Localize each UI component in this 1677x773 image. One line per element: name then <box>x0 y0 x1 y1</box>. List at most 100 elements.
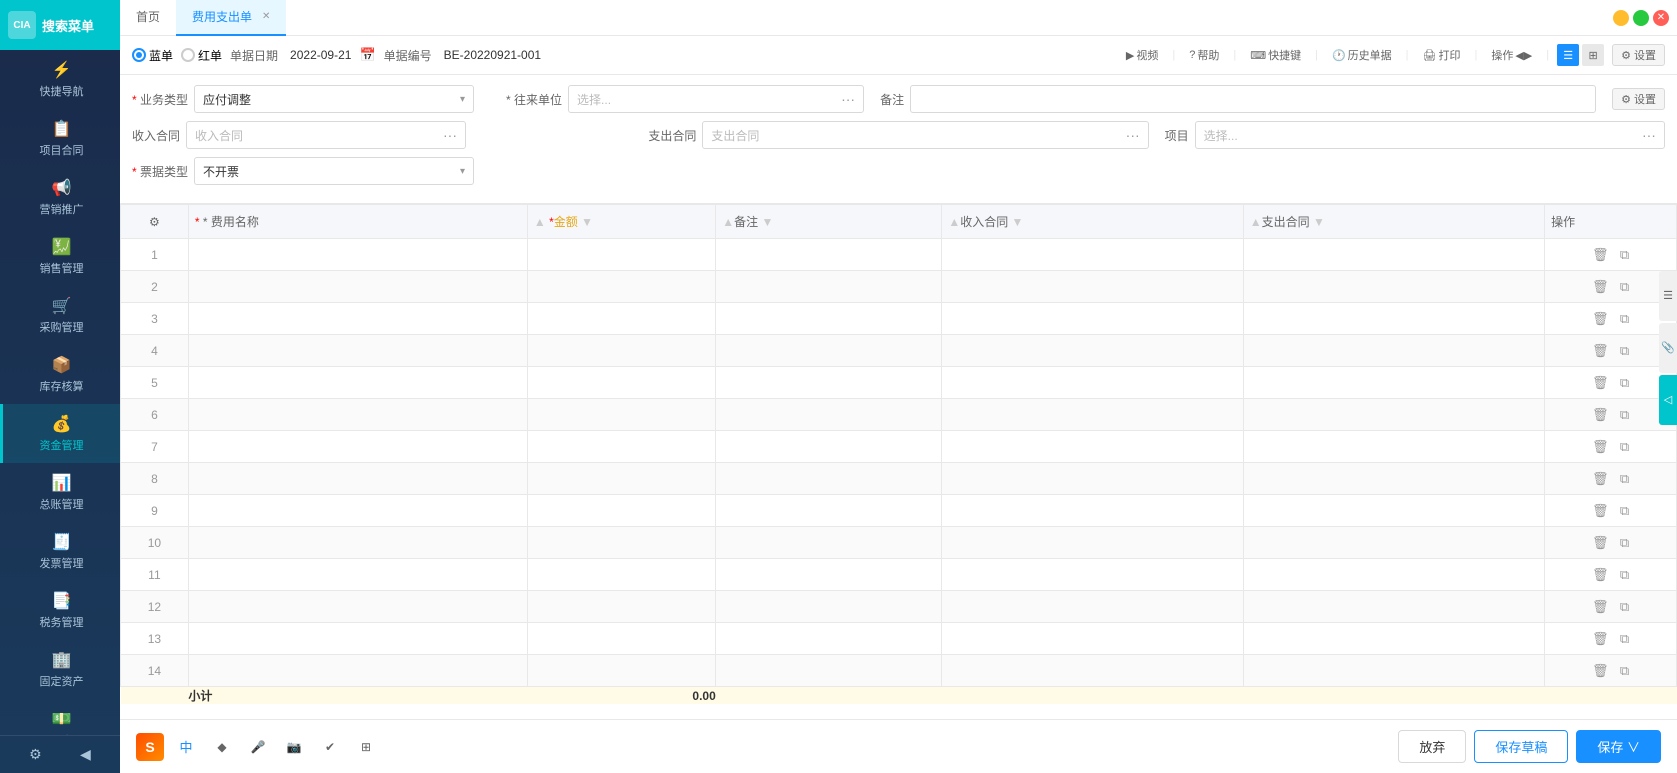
sidebar-item-tax[interactable]: 📑 税务管理 <box>0 581 120 640</box>
cell-amount-9[interactable] <box>527 495 715 527</box>
shortcut-btn[interactable]: ⌨ 快捷键 <box>1244 45 1307 65</box>
delete-btn-14[interactable]: 🗑 <box>1588 661 1613 680</box>
list-view-btn[interactable]: ☰ <box>1557 44 1579 66</box>
cell-expense-2[interactable] <box>1243 271 1544 303</box>
window-close-btn[interactable]: ✕ <box>1653 10 1669 26</box>
cell-note-13[interactable] <box>716 623 942 655</box>
copy-btn-14[interactable]: ⧉ <box>1616 661 1633 680</box>
cell-expense-7[interactable] <box>1243 431 1544 463</box>
camera-icon[interactable]: 📷 <box>280 733 308 761</box>
cell-expense-3[interactable] <box>1243 303 1544 335</box>
sidebar-item-salary[interactable]: 💵 工资 <box>0 699 120 735</box>
delete-btn-4[interactable]: 🗑 <box>1588 341 1613 360</box>
cell-expense-8[interactable] <box>1243 463 1544 495</box>
brand-s-icon[interactable]: S <box>136 733 164 761</box>
help-btn[interactable]: ? 帮助 <box>1183 45 1225 65</box>
tab-expense[interactable]: 费用支出单 ✕ <box>176 0 286 36</box>
sidebar-item-sales[interactable]: 💹 销售管理 <box>0 227 120 286</box>
save-button[interactable]: 保存 ∨ <box>1576 730 1661 763</box>
copy-btn-8[interactable]: ⧉ <box>1616 469 1633 488</box>
col-gear[interactable]: ⚙ <box>121 205 189 239</box>
copy-btn-5[interactable]: ⧉ <box>1616 373 1633 392</box>
copy-btn-13[interactable]: ⧉ <box>1616 629 1633 648</box>
cell-name-13[interactable] <box>188 623 527 655</box>
delete-btn-3[interactable]: 🗑 <box>1588 309 1613 328</box>
cell-amount-7[interactable] <box>527 431 715 463</box>
expense-contract-input[interactable]: 支出合同 ··· <box>702 121 1148 149</box>
calendar-icon[interactable]: 📅 <box>359 47 375 63</box>
right-float-3[interactable]: ◁ <box>1659 375 1677 425</box>
volume-icon[interactable]: ◀ <box>80 746 91 763</box>
cell-name-6[interactable] <box>188 399 527 431</box>
delete-btn-1[interactable]: 🗑 <box>1588 245 1613 264</box>
delete-btn-7[interactable]: 🗑 <box>1588 437 1613 456</box>
delete-btn-2[interactable]: 🗑 <box>1588 277 1613 296</box>
mic-icon[interactable]: 🎤 <box>244 733 272 761</box>
cell-amount-6[interactable] <box>527 399 715 431</box>
settings-icon[interactable]: ⚙ <box>29 746 42 763</box>
copy-btn-6[interactable]: ⧉ <box>1616 405 1633 424</box>
note-sort-up-icon[interactable]: ▲ <box>722 215 734 229</box>
window-max-btn[interactable] <box>1633 10 1649 26</box>
cell-income-12[interactable] <box>942 591 1243 623</box>
sidebar-item-purchase[interactable]: 🛒 采购管理 <box>0 286 120 345</box>
delete-btn-9[interactable]: 🗑 <box>1588 501 1613 520</box>
cell-income-8[interactable] <box>942 463 1243 495</box>
window-min-btn[interactable] <box>1613 10 1629 26</box>
note-sort-down-icon[interactable]: ▼ <box>762 215 774 229</box>
sort-up-icon[interactable]: ▲ <box>534 215 546 229</box>
expense-sort-down-icon[interactable]: ▼ <box>1313 215 1325 229</box>
delete-btn-8[interactable]: 🗑 <box>1588 469 1613 488</box>
cell-income-6[interactable] <box>942 399 1243 431</box>
partner-input[interactable]: 选择... ··· <box>568 85 864 113</box>
income-sort-down-icon[interactable]: ▼ <box>1012 215 1024 229</box>
cell-amount-4[interactable] <box>527 335 715 367</box>
check-icon[interactable]: ✔ <box>316 733 344 761</box>
delete-btn-11[interactable]: 🗑 <box>1588 565 1613 584</box>
cell-note-5[interactable] <box>716 367 942 399</box>
cell-amount-5[interactable] <box>527 367 715 399</box>
cell-income-10[interactable] <box>942 527 1243 559</box>
cell-amount-14[interactable] <box>527 655 715 687</box>
delete-btn-13[interactable]: 🗑 <box>1588 629 1613 648</box>
cell-note-11[interactable] <box>716 559 942 591</box>
sidebar-item-accounting[interactable]: 📊 总账管理 <box>0 463 120 522</box>
cell-income-7[interactable] <box>942 431 1243 463</box>
sidebar-item-capital[interactable]: 💰 资金管理 <box>0 404 120 463</box>
cell-expense-13[interactable] <box>1243 623 1544 655</box>
partner-dots-icon[interactable]: ··· <box>841 91 855 107</box>
project-dots-icon[interactable]: ··· <box>1642 127 1656 143</box>
right-float-2[interactable]: 📎 <box>1659 323 1677 373</box>
sort-down-icon[interactable]: ▼ <box>581 215 593 229</box>
copy-btn-1[interactable]: ⧉ <box>1616 245 1633 264</box>
cell-note-14[interactable] <box>716 655 942 687</box>
copy-btn-4[interactable]: ⧉ <box>1616 341 1633 360</box>
expense-sort-up-icon[interactable]: ▲ <box>1250 215 1262 229</box>
cell-amount-1[interactable] <box>527 239 715 271</box>
cell-income-11[interactable] <box>942 559 1243 591</box>
cell-name-3[interactable] <box>188 303 527 335</box>
cell-amount-12[interactable] <box>527 591 715 623</box>
cell-name-10[interactable] <box>188 527 527 559</box>
cell-amount-3[interactable] <box>527 303 715 335</box>
red-bill-radio[interactable]: 红单 <box>181 47 222 64</box>
cell-name-5[interactable] <box>188 367 527 399</box>
copy-btn-2[interactable]: ⧉ <box>1616 277 1633 296</box>
cell-note-9[interactable] <box>716 495 942 527</box>
sidebar-item-marketing[interactable]: 📢 营销推广 <box>0 168 120 227</box>
settings-right-btn[interactable]: ⚙ 设置 <box>1612 88 1665 110</box>
delete-btn-12[interactable]: 🗑 <box>1588 597 1613 616</box>
cell-name-4[interactable] <box>188 335 527 367</box>
invoice-type-input[interactable]: 不开票 ▾ <box>194 157 474 185</box>
cell-amount-2[interactable] <box>527 271 715 303</box>
blue-bill-radio[interactable]: 蓝单 <box>132 47 173 64</box>
sidebar-search-label[interactable]: 搜索菜单 <box>42 16 94 35</box>
cell-income-13[interactable] <box>942 623 1243 655</box>
cell-note-8[interactable] <box>716 463 942 495</box>
sidebar-item-project[interactable]: 📋 项目合同 <box>0 109 120 168</box>
cell-note-7[interactable] <box>716 431 942 463</box>
copy-btn-10[interactable]: ⧉ <box>1616 533 1633 552</box>
income-contract-input[interactable]: 收入合同 ··· <box>186 121 466 149</box>
cell-income-14[interactable] <box>942 655 1243 687</box>
cell-expense-4[interactable] <box>1243 335 1544 367</box>
